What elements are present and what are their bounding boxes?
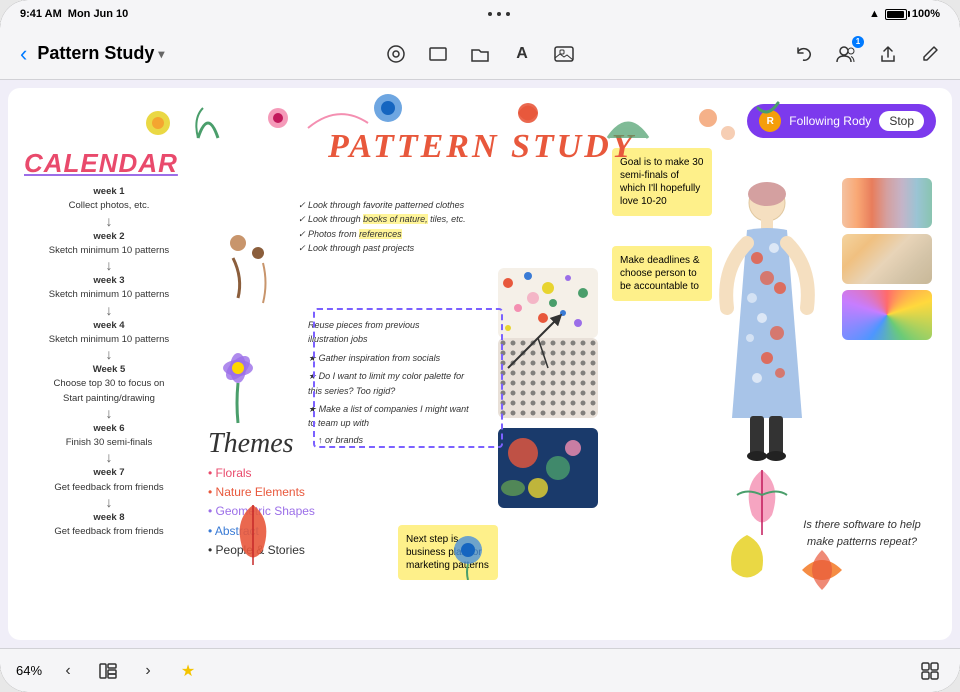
pattern-study-title: PATTERN STUDY [328, 128, 636, 166]
arrow-1: ↓ [24, 214, 194, 228]
edit-icon[interactable] [916, 40, 944, 68]
dot1 [488, 12, 492, 16]
following-badge: R Following Rody Stop [747, 104, 936, 138]
arrow-3: ↓ [24, 303, 194, 317]
sticky-note-2[interactable]: Make deadlines & choose person to be acc… [612, 246, 712, 301]
dot2 [497, 12, 501, 16]
image-tool-icon[interactable] [550, 40, 578, 68]
dot3 [506, 12, 510, 16]
arrow-5: ↓ [24, 406, 194, 420]
toolbar: ‹ Pattern Study ▾ [0, 28, 960, 80]
pattern-title-text: PATTERN STUDY [328, 128, 636, 165]
whiteboard[interactable]: R Following Rody Stop Goal is to make 30… [8, 88, 952, 640]
ipad-frame: 9:41 AM Mon Jun 10 ▲ 100% ‹ Pattern Stud… [0, 0, 960, 692]
week-3: week 3Sketch minimum 10 patterns [24, 274, 194, 303]
calendar-title: CALENDAR [24, 148, 194, 179]
status-bar: 9:41 AM Mon Jun 10 ▲ 100% [0, 0, 960, 28]
question-note: Is there software to help make patterns … [802, 517, 922, 550]
sticky-note-3[interactable]: Next step is business plan for marketing… [398, 525, 498, 580]
document-title[interactable]: Pattern Study ▾ [37, 43, 164, 64]
fabric-sample-3 [498, 268, 598, 338]
week-1: week 1Collect photos, etc. [24, 185, 194, 214]
themes-section: Themes • Florals • Nature Elements • Geo… [208, 428, 388, 560]
calendar-section: CALENDAR week 1Collect photos, etc. ↓ we… [24, 148, 194, 539]
checklist-notes: ✓ Look through favorite patterned clothe… [298, 198, 466, 256]
canvas-area[interactable]: R Following Rody Stop Goal is to make 30… [0, 80, 960, 648]
theme-abstract: • Abstract [208, 522, 388, 541]
pages-list-icon[interactable] [94, 657, 122, 685]
themes-list: • Florals • Nature Elements • Geometric … [208, 464, 388, 560]
status-right: ▲ 100% [869, 8, 940, 20]
share-icon[interactable] [874, 40, 902, 68]
time: 9:41 AM [20, 8, 62, 20]
stop-following-button[interactable]: Stop [879, 111, 924, 131]
battery-percent: 100% [912, 8, 940, 20]
title-text: Pattern Study [37, 43, 154, 64]
bookmark-icon[interactable]: ★ [174, 657, 202, 685]
wifi-icon: ▲ [869, 8, 880, 20]
bottom-left: 64% ‹ › ★ [16, 657, 202, 685]
week-7: week 7Get feedback from friends [24, 466, 194, 495]
weeks-list: week 1Collect photos, etc. ↓ week 2Sketc… [24, 185, 194, 539]
canvas-content: R Following Rody Stop Goal is to make 30… [8, 88, 952, 640]
bottom-toolbar: 64% ‹ › ★ [0, 648, 960, 692]
collaborators-icon[interactable]: 1 [832, 40, 860, 68]
dress-figure [712, 178, 822, 478]
battery-icon [885, 9, 907, 20]
arrow-7: ↓ [24, 495, 194, 509]
fabric-sample-1 [498, 338, 598, 418]
sticky-note-2-text: Make deadlines & choose person to be acc… [620, 255, 700, 292]
swatch-1 [842, 178, 932, 228]
bottom-right [916, 657, 944, 685]
date: Mon Jun 10 [68, 8, 129, 20]
back-button[interactable]: ‹ [16, 37, 31, 71]
toolbar-center: A [328, 40, 632, 68]
arrow-4: ↓ [24, 347, 194, 361]
themes-title: Themes [208, 428, 388, 460]
sticky-note-3-text: Next step is business plan for marketing… [406, 534, 489, 571]
prev-page-icon[interactable]: ‹ [54, 657, 82, 685]
undo-icon[interactable] [790, 40, 818, 68]
next-page-icon[interactable]: › [134, 657, 162, 685]
following-avatar: R [759, 110, 781, 132]
floral-decoration-left [208, 218, 288, 318]
toolbar-right: 1 [640, 40, 944, 68]
week-8: week 8Get feedback from friends [24, 511, 194, 540]
lasso-tool-icon[interactable] [382, 40, 410, 68]
arrow-2: ↓ [24, 258, 194, 272]
theme-nature: • Nature Elements [208, 483, 388, 502]
week-4: week 4Sketch minimum 10 patterns [24, 319, 194, 348]
theme-geometric: • Geometric Shapes [208, 502, 388, 521]
following-label: Following Rody [789, 114, 871, 128]
arrow-6: ↓ [24, 450, 194, 464]
swatch-2 [842, 234, 932, 284]
orange-cross [792, 545, 852, 595]
rectangle-tool-icon[interactable] [424, 40, 452, 68]
theme-florals: • Florals [208, 464, 388, 483]
question-text: Is there software to help make patterns … [803, 519, 920, 548]
status-left: 9:41 AM Mon Jun 10 [20, 8, 128, 20]
zoom-level: 64% [16, 663, 42, 678]
week-5: Week 5Choose top 30 to focus onStart pai… [24, 363, 194, 406]
status-center [488, 12, 510, 16]
grid-view-icon[interactable] [916, 657, 944, 685]
text-tool-icon[interactable]: A [508, 40, 536, 68]
theme-people: • People & Stories [208, 541, 388, 560]
swatch-3 [842, 290, 932, 340]
week-2: week 2Sketch minimum 10 patterns [24, 230, 194, 259]
toolbar-left: ‹ Pattern Study ▾ [16, 37, 320, 71]
fabric-sample-2 [498, 428, 598, 508]
purple-flower [208, 348, 268, 428]
title-chevron: ▾ [158, 47, 164, 61]
folder-icon[interactable] [466, 40, 494, 68]
week-6: week 6Finish 30 semi-finals [24, 422, 194, 451]
swatch-container [842, 178, 932, 340]
yellow-shape [722, 530, 772, 590]
